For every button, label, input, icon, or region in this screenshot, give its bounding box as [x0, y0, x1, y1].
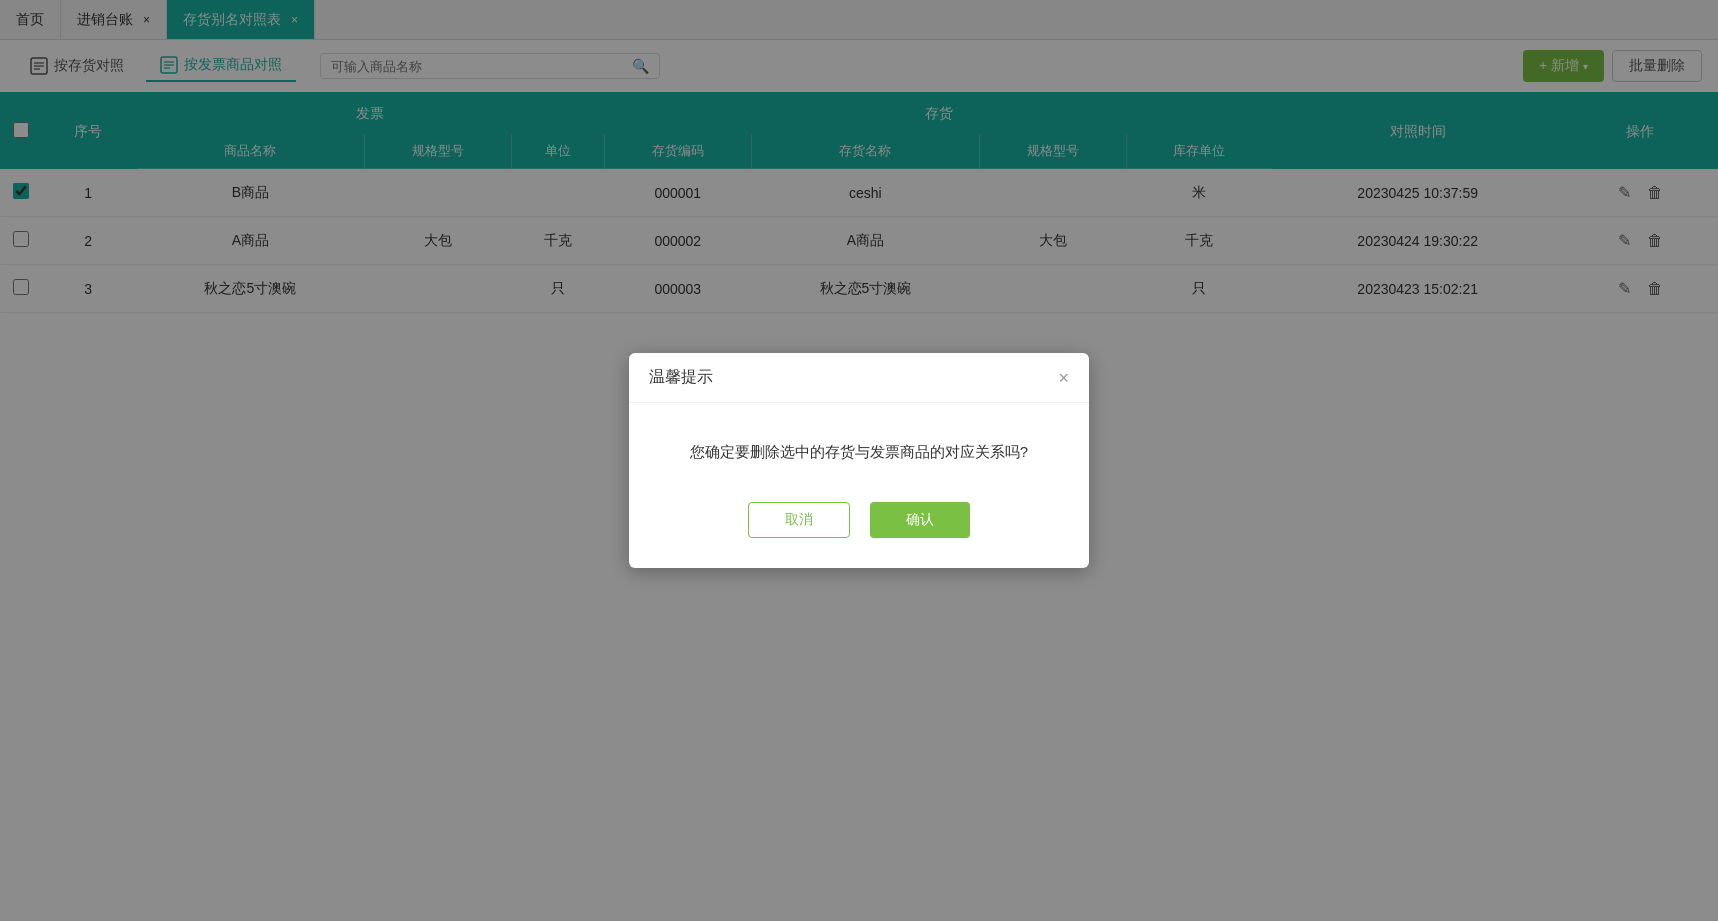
- cancel-button[interactable]: 取消: [748, 502, 850, 538]
- dialog-close-button[interactable]: ×: [1058, 369, 1069, 387]
- confirm-label: 确认: [906, 511, 934, 527]
- dialog-header: 温馨提示 ×: [629, 353, 1089, 403]
- dialog-footer: 取消 确认: [629, 492, 1089, 568]
- dialog-title: 温馨提示: [649, 367, 713, 388]
- dialog-message: 您确定要删除选中的存货与发票商品的对应关系吗?: [690, 443, 1028, 460]
- dialog-body: 您确定要删除选中的存货与发票商品的对应关系吗?: [629, 403, 1089, 492]
- main-content: 按存货对照 按发票商品对照 🔍 + 新增 ▾: [0, 40, 1718, 921]
- confirm-button[interactable]: 确认: [870, 502, 970, 538]
- cancel-label: 取消: [785, 511, 813, 527]
- modal-overlay: 温馨提示 × 您确定要删除选中的存货与发票商品的对应关系吗? 取消 确认: [0, 0, 1718, 921]
- confirm-dialog: 温馨提示 × 您确定要删除选中的存货与发票商品的对应关系吗? 取消 确认: [629, 353, 1089, 568]
